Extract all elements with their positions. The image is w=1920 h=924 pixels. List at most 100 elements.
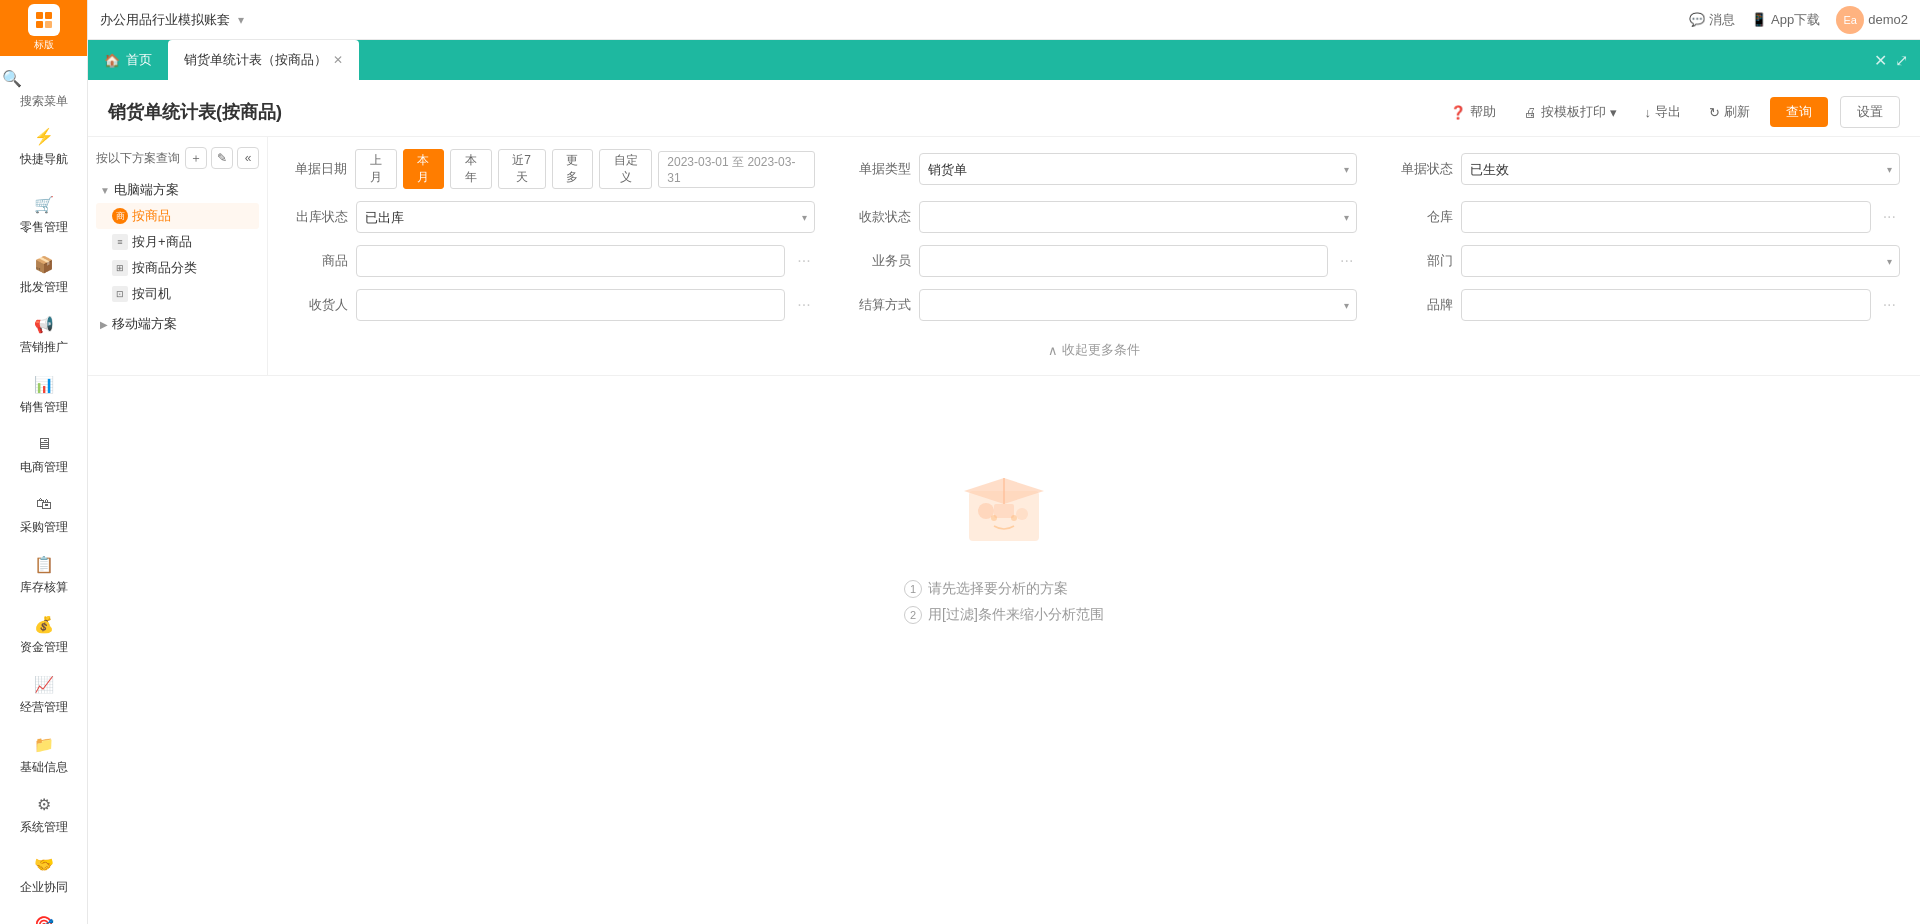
dept-label: 部门 — [1373, 252, 1453, 270]
tree-item-by-goods[interactable]: 商 按商品 — [96, 203, 259, 229]
print-dropdown-arrow[interactable]: ▾ — [1610, 105, 1617, 120]
goods-more-button[interactable]: ··· — [793, 252, 814, 270]
warehouse-label: 仓库 — [1373, 208, 1453, 226]
sidebar-item-finance[interactable]: 💰 资金管理 — [0, 604, 88, 664]
svg-rect-7 — [994, 504, 1014, 518]
user-menu[interactable]: Ea demo2 — [1836, 6, 1908, 34]
settlement-select[interactable] — [919, 289, 1358, 321]
tab-close-button[interactable]: ✕ — [333, 54, 343, 66]
filter-sidebar-actions: ＋ ✎ « — [185, 147, 259, 169]
svg-rect-2 — [36, 21, 43, 28]
payment-status-select[interactable] — [919, 201, 1358, 233]
tab-sales-stats[interactable]: 销货单统计表（按商品） ✕ — [168, 40, 359, 80]
tab-home[interactable]: 🏠 首页 — [88, 40, 168, 80]
tree-item-driver[interactable]: ⊡ 按司机 — [96, 281, 259, 307]
tabbar-controls: ✕ ⤢ — [1874, 51, 1920, 70]
add-scheme-button[interactable]: ＋ — [185, 147, 207, 169]
tree-item-goods-category[interactable]: ⊞ 按商品分类 — [96, 255, 259, 281]
settings-button[interactable]: 设置 — [1840, 96, 1900, 128]
date-btn-7days[interactable]: 近7天 — [498, 149, 546, 189]
doc-type-select-wrap: 销货单 ▾ — [919, 153, 1358, 185]
query-button[interactable]: 查询 — [1770, 97, 1828, 127]
collapse-sidebar-button[interactable]: « — [237, 147, 259, 169]
sidebar-item-system[interactable]: ⚙ 系统管理 — [0, 784, 88, 844]
export-button[interactable]: ↓ 导出 — [1637, 99, 1690, 125]
messages-icon: 💬 — [1689, 12, 1705, 27]
brand-input[interactable] — [1461, 289, 1870, 321]
topbar-title: 办公用品行业模拟账套 — [100, 11, 230, 29]
sidebar-item-retail[interactable]: 🛒 零售管理 — [0, 184, 88, 244]
tab-close-all-button[interactable]: ✕ — [1874, 51, 1887, 70]
warehouse-status-select[interactable]: 已出库 — [356, 201, 815, 233]
tab-expand-button[interactable]: ⤢ — [1895, 51, 1908, 70]
template-print-button[interactable]: 🖨 按模板打印 ▾ — [1516, 99, 1625, 125]
date-btn-more[interactable]: 更多 — [552, 149, 593, 189]
messages-button[interactable]: 💬 消息 — [1689, 11, 1735, 29]
filter-row-3: 商品 ··· 业务员 ··· 部门 — [288, 245, 1900, 277]
svg-rect-0 — [36, 12, 43, 19]
collapse-button[interactable]: ∧ 收起更多条件 — [1048, 341, 1140, 359]
filter-sidebar-title: 按以下方案查询 — [96, 150, 180, 167]
empty-tip-2: 2 用[过滤]条件来缩小分析范围 — [904, 602, 1104, 628]
topbar-dropdown-arrow[interactable]: ▾ — [238, 13, 244, 27]
tree-item-month-goods[interactable]: ≡ 按月+商品 — [96, 229, 259, 255]
sidebar-item-wholesale[interactable]: 📦 批发管理 — [0, 244, 88, 304]
print-icon: 🖨 — [1524, 105, 1537, 120]
help-button[interactable]: ❓ 帮助 — [1442, 99, 1504, 125]
recipient-more-button[interactable]: ··· — [793, 296, 814, 314]
content-area: 销货单统计表(按商品) ❓ 帮助 🖨 按模板打印 ▾ ↓ 导出 — [88, 80, 1920, 924]
edit-scheme-button[interactable]: ✎ — [211, 147, 233, 169]
filter-field-warehouse-status: 出库状态 已出库 ▾ — [288, 201, 815, 233]
sidebar-item-basic-info[interactable]: 📁 基础信息 — [0, 724, 88, 784]
sidebar-item-purchase[interactable]: 🛍 采购管理 — [0, 484, 88, 544]
tree-group-mobile[interactable]: ▶ 移动端方案 — [96, 311, 259, 337]
recipient-input[interactable] — [356, 289, 785, 321]
empty-tip-1: 1 请先选择要分析的方案 — [904, 576, 1104, 602]
date-btn-this-year[interactable]: 本年 — [450, 149, 491, 189]
svg-rect-1 — [45, 12, 52, 19]
date-btn-this-month[interactable]: 本月 — [403, 149, 444, 189]
dept-select-wrap: ▾ — [1461, 245, 1900, 277]
sidebar-item-inventory[interactable]: 📋 库存核算 — [0, 544, 88, 604]
warehouse-more-button[interactable]: ··· — [1879, 208, 1900, 226]
sidebar-item-ecommerce[interactable]: 🖥 电商管理 — [0, 424, 88, 484]
date-button-group: 上月 本月 本年 近7天 更多 自定义 2023-03-01 至 2023-03… — [355, 149, 815, 189]
salesperson-input[interactable] — [919, 245, 1328, 277]
main-area: 办公用品行业模拟账套 ▾ 💬 消息 📱 App下载 Ea demo2 🏠 首页 — [88, 0, 1920, 924]
sidebar-item-search[interactable]: 🔍 搜索菜单 — [0, 56, 87, 116]
sidebar-item-quick-nav[interactable]: ⚡ 快捷导航 — [0, 116, 88, 176]
dept-select[interactable] — [1461, 245, 1900, 277]
sidebar-item-sales-mgmt[interactable]: 📊 销售管理 — [0, 364, 88, 424]
app-download-button[interactable]: 📱 App下载 — [1751, 11, 1820, 29]
date-btn-custom[interactable]: 自定义 — [599, 149, 652, 189]
date-btn-last-month[interactable]: 上月 — [355, 149, 396, 189]
salesperson-more-button[interactable]: ··· — [1336, 252, 1357, 270]
filter-field-warehouse: 仓库 ··· — [1373, 201, 1900, 233]
tip-num-1: 1 — [904, 580, 922, 598]
sidebar-item-guide[interactable]: 🎯 新手引导 — [0, 904, 88, 924]
payment-status-select-wrap: ▾ — [919, 201, 1358, 233]
doc-type-select[interactable]: 销货单 — [919, 153, 1358, 185]
warehouse-input[interactable] — [1461, 201, 1870, 233]
payment-status-label: 收款状态 — [831, 208, 911, 226]
driver-icon: ⊡ — [112, 286, 128, 302]
tree-group-pc[interactable]: ▼ 电脑端方案 — [96, 177, 259, 203]
avatar: Ea — [1836, 6, 1864, 34]
month-goods-icon: ≡ — [112, 234, 128, 250]
tree-arrow-icon: ▼ — [100, 185, 110, 196]
empty-state: 1 请先选择要分析的方案 2 用[过滤]条件来缩小分析范围 — [88, 376, 1920, 688]
search-icon: 🔍 — [0, 66, 24, 90]
active-scheme-icon: 商 — [112, 208, 128, 224]
sidebar-item-operations[interactable]: 📈 经营管理 — [0, 664, 88, 724]
doc-status-select[interactable]: 已生效 — [1461, 153, 1900, 185]
ecommerce-icon: 🖥 — [32, 432, 56, 456]
filter-row-1: 单据日期 上月 本月 本年 近7天 更多 自定义 2023-03-01 至 20… — [288, 149, 1900, 189]
refresh-button[interactable]: ↻ 刷新 — [1701, 99, 1758, 125]
sidebar-item-enterprise[interactable]: 🤝 企业协同 — [0, 844, 88, 904]
topbar: 办公用品行业模拟账套 ▾ 💬 消息 📱 App下载 Ea demo2 — [88, 0, 1920, 40]
svg-point-9 — [1011, 515, 1017, 521]
filter-field-brand: 品牌 ··· — [1373, 289, 1900, 321]
goods-input[interactable] — [356, 245, 785, 277]
sidebar-item-marketing[interactable]: 📢 营销推广 — [0, 304, 88, 364]
brand-more-button[interactable]: ··· — [1879, 296, 1900, 314]
